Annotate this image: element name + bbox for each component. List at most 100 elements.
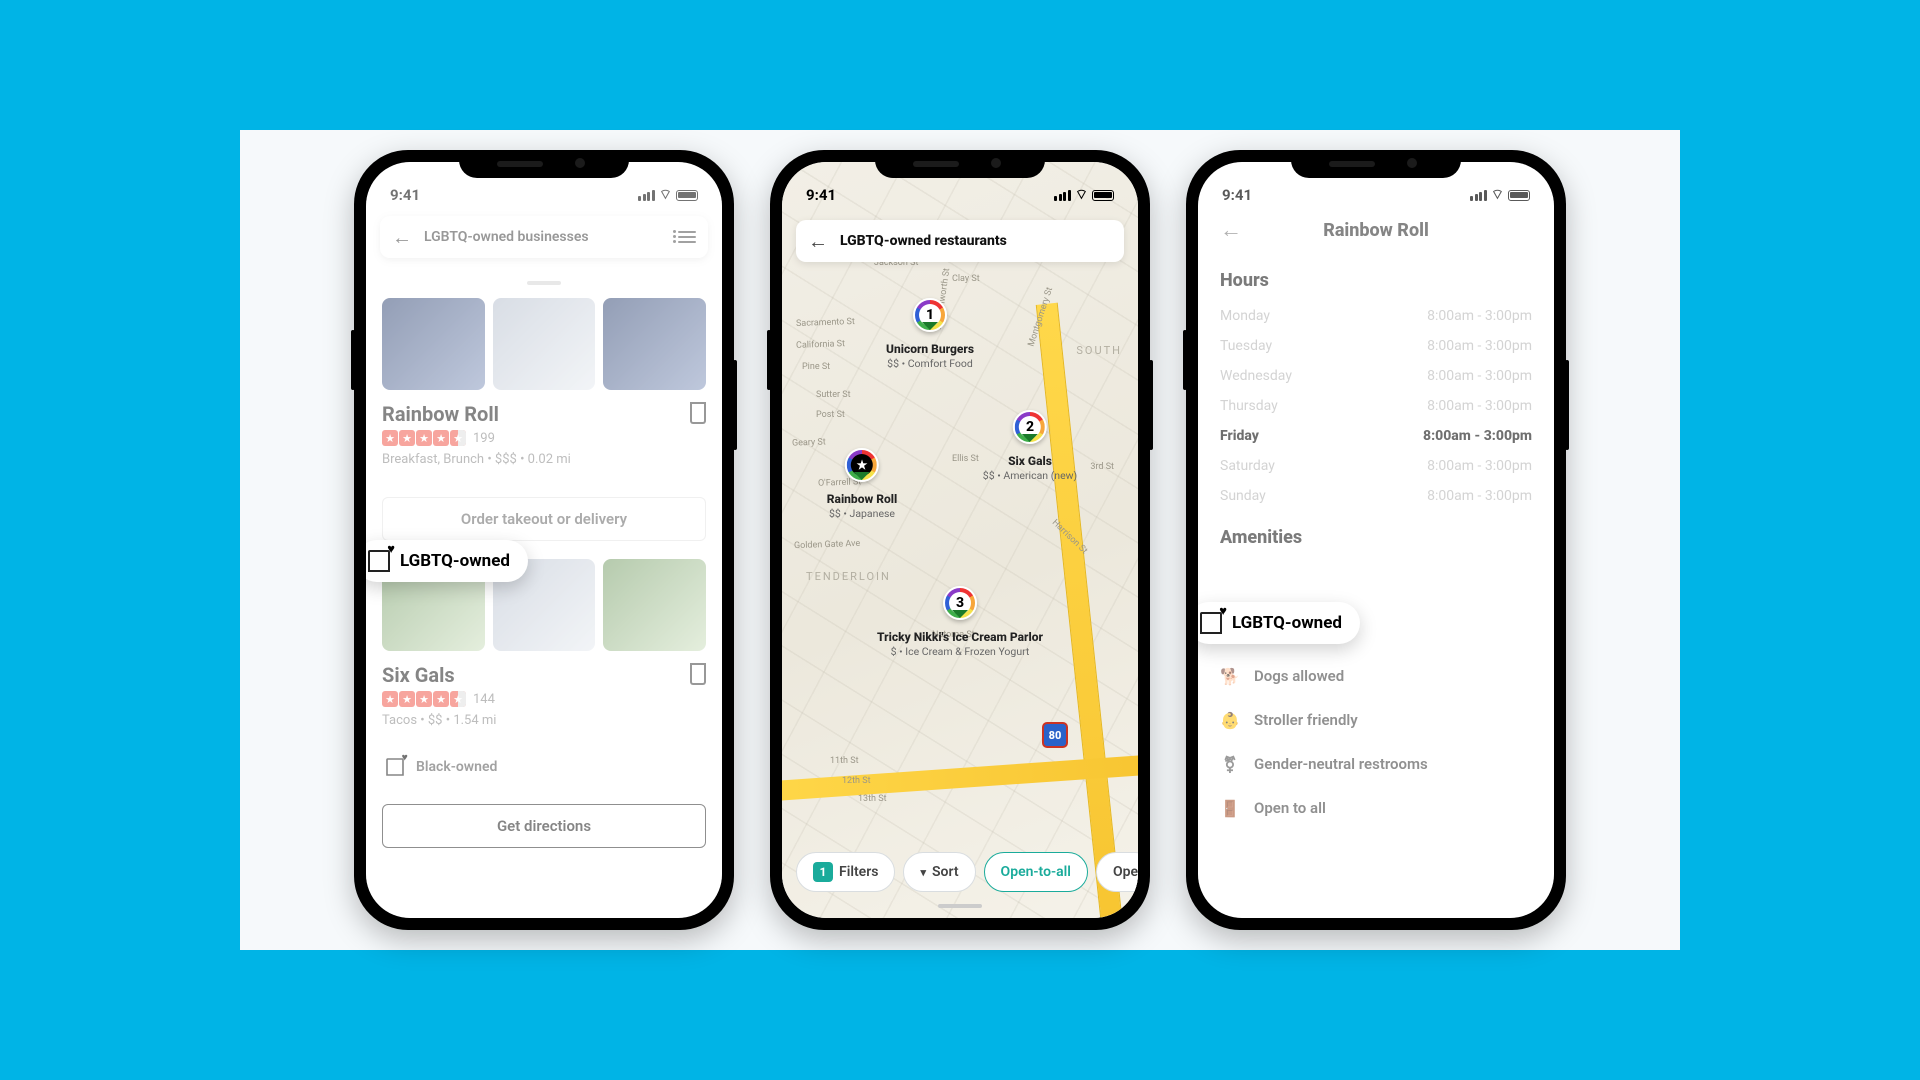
result-title: Rainbow Roll xyxy=(382,402,499,426)
photo-thumb[interactable] xyxy=(382,298,485,390)
hours-row: Thursday8:00am - 3:00pm xyxy=(1216,391,1536,421)
hours-list: Monday8:00am - 3:00pmTuesday8:00am - 3:0… xyxy=(1216,301,1536,511)
result-card-six-gals[interactable]: Six Gals 144 Tacos • $$ • 1.54 mi xyxy=(366,559,722,744)
search-bar[interactable]: ← LGBTQ-owned businesses xyxy=(380,216,708,258)
map-canvas[interactable]: 80 Sacramento St California St Pine St S… xyxy=(782,162,1138,918)
phone-frame-3: 9:41 ⌔ ← Rainbow Roll Hours Monday8:00am… xyxy=(1186,150,1566,930)
lgbtq-owned-badge: LGBTQ-owned xyxy=(1198,602,1360,644)
status-icons: ⌔ xyxy=(1470,186,1530,204)
photo-thumb[interactable] xyxy=(493,298,596,390)
amenity-label: Dogs allowed xyxy=(1254,667,1344,685)
sheet-handle[interactable] xyxy=(938,904,982,908)
order-takeout-button[interactable]: Order takeout or delivery xyxy=(382,497,706,541)
hours-time: 8:00am - 3:00pm xyxy=(1427,488,1532,504)
hours-day: Monday xyxy=(1220,308,1270,324)
street-label: California St xyxy=(796,339,845,351)
wifi-icon: ⌔ xyxy=(1491,186,1504,204)
amenity-icon: ⚧ xyxy=(1220,754,1240,774)
page-title: Rainbow Roll xyxy=(1323,220,1429,241)
filter-chip-bar[interactable]: 1 Filters ▾ Sort Open-to-all Ope xyxy=(782,852,1138,892)
district-label: TENDERLOIN xyxy=(806,570,891,583)
amenity-label: Gender-neutral restrooms xyxy=(1254,755,1428,773)
street-label: 12th St xyxy=(842,776,871,786)
back-arrow-icon[interactable]: ← xyxy=(1220,217,1242,243)
street-label: Ellis St xyxy=(952,454,979,464)
map-pin-1[interactable]: 1 Unicorn Burgers $$ • Comfort Food xyxy=(886,298,974,370)
search-query: LGBTQ-owned businesses xyxy=(424,229,666,245)
amenity-row: 🐕 Dogs allowed xyxy=(1216,654,1536,698)
badge-label: LGBTQ-owned xyxy=(400,551,510,571)
sort-chip[interactable]: ▾ Sort xyxy=(903,852,975,892)
hours-time: 8:00am - 3:00pm xyxy=(1427,338,1532,354)
photo-thumb[interactable] xyxy=(603,559,706,651)
list-view-icon[interactable] xyxy=(678,231,696,243)
bookmark-icon[interactable] xyxy=(690,404,706,424)
open-now-chip[interactable]: Ope xyxy=(1096,852,1138,892)
result-photos[interactable] xyxy=(382,298,706,390)
hours-time: 8:00am - 3:00pm xyxy=(1427,458,1532,474)
store-heart-icon xyxy=(1200,612,1222,634)
screen-map: 80 Sacramento St California St Pine St S… xyxy=(782,162,1138,918)
open-to-all-chip[interactable]: Open-to-all xyxy=(984,852,1088,892)
notch xyxy=(875,150,1045,178)
sheet-handle[interactable] xyxy=(366,268,722,298)
back-arrow-icon[interactable]: ← xyxy=(392,225,412,250)
notch xyxy=(459,150,629,178)
hours-time: 8:00am - 3:00pm xyxy=(1427,368,1532,384)
hours-row: Wednesday8:00am - 3:00pm xyxy=(1216,361,1536,391)
hours-time: 8:00am - 3:00pm xyxy=(1427,398,1532,414)
amenity-row: 🚪Open to all xyxy=(1216,786,1536,830)
hours-day: Friday xyxy=(1220,428,1259,444)
amenity-icon: 👶 xyxy=(1220,710,1240,730)
bookmark-icon[interactable] xyxy=(690,665,706,685)
amenities-list: 🚲Bike parking🐕Dogs allowed👶Stroller frie… xyxy=(1216,558,1536,830)
get-directions-button[interactable]: Get directions xyxy=(382,804,706,848)
map-pin-2[interactable]: 2 Six Gals $$ • American (new) xyxy=(983,410,1077,482)
back-arrow-icon[interactable]: ← xyxy=(808,229,828,254)
result-meta: Breakfast, Brunch • $$$ • 0.02 mi xyxy=(382,452,706,467)
amenity-row: 👶Stroller friendly xyxy=(1216,698,1536,742)
street-label: Clay St xyxy=(952,274,980,284)
notch xyxy=(1291,150,1461,178)
amenity-icon: 🐕 xyxy=(1220,666,1240,686)
result-meta: Tacos • $$ • 1.54 mi xyxy=(382,713,706,728)
store-heart-icon xyxy=(368,550,390,572)
map-pin-current[interactable]: Rainbow Roll $$ • Japanese xyxy=(827,448,897,520)
street-label: Sacramento St xyxy=(796,317,855,329)
hours-row: Tuesday 8:00am - 3:00pm xyxy=(1216,331,1536,361)
status-time: 9:41 xyxy=(1222,186,1252,204)
result-card-rainbow-roll[interactable]: Rainbow Roll 199 Breakfast, Brunch • $$$… xyxy=(366,298,722,483)
section-amenities: Amenities xyxy=(1220,527,1532,548)
screen-search-results: 9:41 ⌔ ← LGBTQ-owned businesses Rainbow … xyxy=(366,162,722,918)
hours-day: Saturday xyxy=(1220,458,1275,474)
search-bar[interactable]: ← LGBTQ-owned restaurants xyxy=(796,220,1124,262)
street-label: Geary St xyxy=(792,437,826,448)
status-icons: ⌔ xyxy=(638,186,698,204)
battery-icon xyxy=(1508,190,1530,201)
store-heart-icon xyxy=(386,758,404,776)
detail-header: ← Rainbow Roll xyxy=(1216,206,1536,254)
screen-business-details: 9:41 ⌔ ← Rainbow Roll Hours Monday8:00am… xyxy=(1198,162,1554,918)
wifi-icon: ⌔ xyxy=(659,186,672,204)
lgbtq-owned-badge: LGBTQ-owned xyxy=(366,540,528,582)
owner-attribute: Black-owned xyxy=(366,744,722,790)
section-hours: Hours xyxy=(1220,270,1532,291)
amenity-icon: 🚪 xyxy=(1220,798,1240,818)
photo-thumb[interactable] xyxy=(603,298,706,390)
rating-stars: 144 xyxy=(382,691,706,707)
street-label: 3rd St xyxy=(1090,462,1114,472)
street-label: 13th St xyxy=(858,794,887,804)
app-mockup-canvas: 9:41 ⌔ ← LGBTQ-owned businesses Rainbow … xyxy=(240,130,1680,950)
map-pin-3[interactable]: 3 Tricky Nikki's Ice Cream Parlor $ • Ic… xyxy=(877,586,1043,658)
hours-day: Tuesday xyxy=(1220,338,1272,354)
district-label: SOUTH xyxy=(1076,344,1122,357)
street-label: 11th St xyxy=(830,756,859,766)
hours-row: Monday8:00am - 3:00pm xyxy=(1216,301,1536,331)
hours-time: 8:00am - 3:00pm xyxy=(1423,428,1532,444)
hours-row: Sunday8:00am - 3:00pm xyxy=(1216,481,1536,511)
hours-row: Saturday 8:00am - 3:00pm xyxy=(1216,451,1536,481)
highway-shield: 80 xyxy=(1042,722,1068,748)
filters-chip[interactable]: 1 Filters xyxy=(796,852,895,892)
street-label: Golden Gate Ave xyxy=(794,539,861,551)
review-count: 144 xyxy=(473,692,495,707)
